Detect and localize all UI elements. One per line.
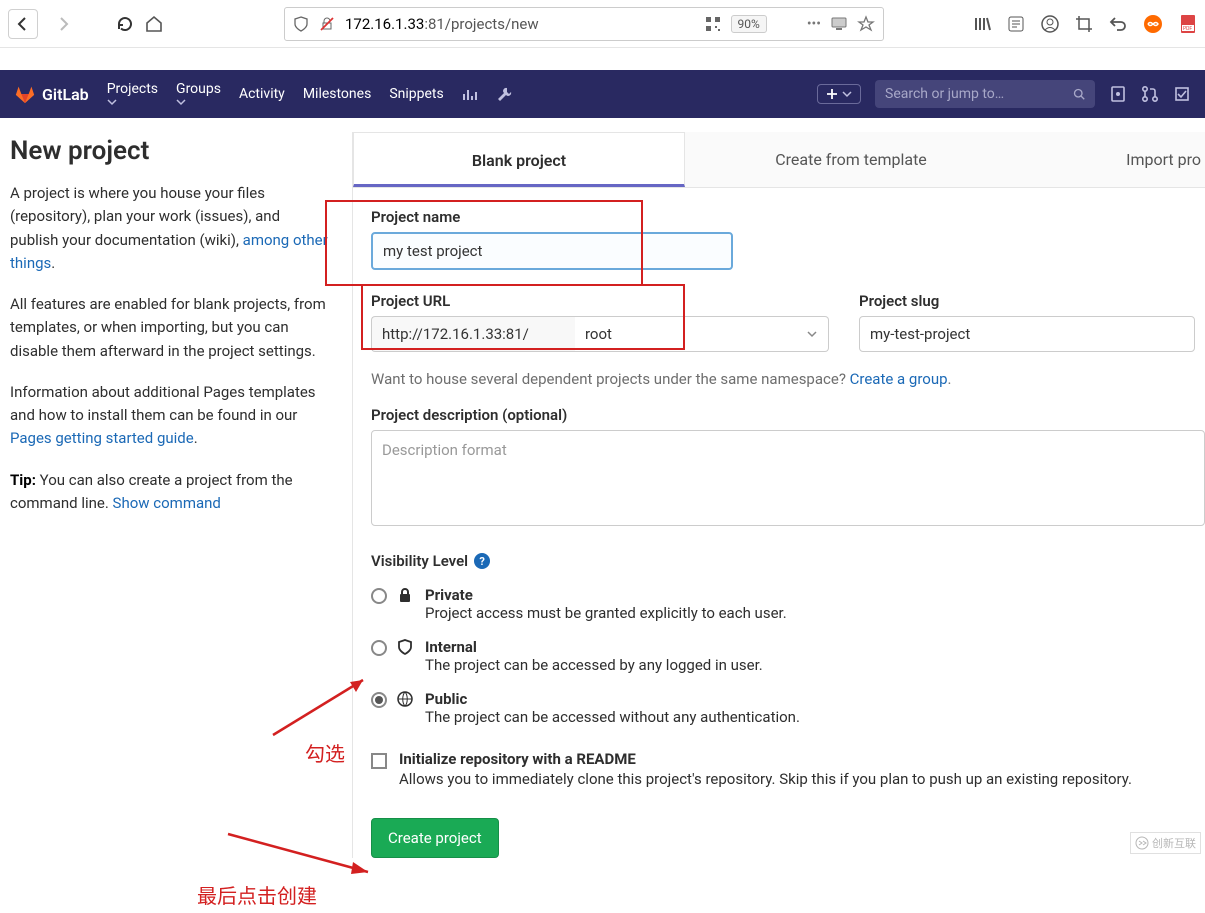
- main-panel: Blank project Create from template Impor…: [352, 132, 1205, 858]
- chevron-down-icon: [842, 89, 852, 99]
- search-icon: [1073, 86, 1085, 102]
- visibility-public[interactable]: PublicThe project can be accessed withou…: [371, 690, 1205, 726]
- nav-milestones[interactable]: Milestones: [303, 86, 372, 102]
- help-icon[interactable]: ?: [474, 553, 490, 569]
- account-icon[interactable]: [1041, 15, 1059, 33]
- crop-icon[interactable]: [1075, 15, 1093, 33]
- page-content: New project A project is where you house…: [0, 118, 1205, 888]
- chevron-down-icon: [107, 97, 117, 107]
- readme-checkbox-row[interactable]: Initialize repository with a README Allo…: [371, 750, 1205, 788]
- bookmark-star-icon[interactable]: [857, 15, 875, 33]
- svg-text:PDF: PDF: [1183, 26, 1192, 32]
- todos-icon[interactable]: [1173, 85, 1191, 103]
- shield-icon: [397, 639, 415, 655]
- sidebar-description: New project A project is where you house…: [0, 132, 352, 858]
- undo-icon[interactable]: [1109, 15, 1127, 33]
- pages-guide-link[interactable]: Pages getting started guide: [10, 429, 194, 447]
- browser-right-icons: PDF: [973, 14, 1197, 34]
- create-project-button[interactable]: Create project: [371, 818, 499, 858]
- search-input[interactable]: [885, 86, 1063, 102]
- project-url-label: Project URL: [371, 292, 829, 310]
- chevron-down-icon: [806, 328, 818, 340]
- readme-title: Initialize repository with a README: [399, 750, 636, 768]
- nav-activity[interactable]: Activity: [239, 86, 285, 102]
- project-name-input[interactable]: [371, 232, 733, 270]
- show-command-link[interactable]: Show command: [113, 494, 221, 512]
- forward-button[interactable]: [48, 9, 78, 39]
- radio-private[interactable]: [371, 588, 387, 604]
- readme-checkbox[interactable]: [371, 753, 387, 769]
- plus-icon: [826, 88, 838, 100]
- reader-icon[interactable]: [1007, 15, 1025, 33]
- browser-toolbar: 172.16.1.33:81/projects/new 90% ••• PDF: [0, 0, 1205, 48]
- namespace-value: root: [585, 325, 612, 343]
- project-tabs: Blank project Create from template Impor…: [353, 132, 1205, 188]
- desc-paragraph-3: Information about additional Pages templ…: [10, 381, 332, 451]
- visibility-label: Visibility Level ?: [371, 552, 1205, 570]
- project-description-input[interactable]: [371, 430, 1205, 526]
- url-text: 172.16.1.33:81/projects/new: [345, 15, 695, 33]
- merge-requests-icon[interactable]: [1141, 85, 1159, 103]
- readme-desc: Allows you to immediately clone this pro…: [399, 770, 1205, 788]
- shield-icon: [293, 16, 309, 32]
- visibility-private[interactable]: PrivateProject access must be granted ex…: [371, 586, 1205, 622]
- brand-text: GitLab: [42, 85, 89, 104]
- new-dropdown[interactable]: [817, 84, 861, 104]
- chevron-down-icon: [176, 97, 186, 107]
- globe-icon: [397, 691, 415, 707]
- tip-paragraph: Tip: You can also create a project from …: [10, 469, 332, 516]
- nav-wrench-icon[interactable]: [496, 86, 512, 102]
- pdf-icon[interactable]: PDF: [1179, 14, 1197, 34]
- namespace-hint: Want to house several dependent projects…: [371, 370, 1205, 388]
- project-url-prefix: http://172.16.1.33:81/: [371, 316, 575, 352]
- tab-create-from-template[interactable]: Create from template: [685, 132, 1017, 187]
- annotation-text-select: 勾选: [305, 738, 345, 767]
- desc-paragraph-1: A project is where you house your files …: [10, 182, 332, 275]
- project-slug-label: Project slug: [859, 292, 1195, 310]
- qr-icon[interactable]: [705, 16, 721, 32]
- insecure-icon: [319, 16, 335, 32]
- page-actions-icon[interactable]: •••: [807, 16, 821, 32]
- monitor-icon[interactable]: [831, 17, 847, 31]
- annotation-arrow-create: [223, 824, 383, 884]
- watermark: 创新互联: [1130, 832, 1201, 854]
- nav-analytics-icon[interactable]: [462, 86, 478, 102]
- library-icon[interactable]: [973, 15, 991, 33]
- infinity-icon[interactable]: [1143, 14, 1163, 34]
- nav-snippets[interactable]: Snippets: [389, 86, 443, 102]
- project-description-label: Project description (optional): [371, 406, 1205, 424]
- visibility-section: Visibility Level ? PrivateProject access…: [371, 552, 1205, 726]
- gitlab-header: GitLab Projects Groups Activity Mileston…: [0, 70, 1205, 118]
- tab-blank-project[interactable]: Blank project: [353, 132, 685, 187]
- desc-paragraph-2: All features are enabled for blank proje…: [10, 293, 332, 363]
- namespace-select[interactable]: root: [575, 316, 829, 352]
- tab-import-project[interactable]: Import pro: [1017, 132, 1205, 187]
- visibility-internal[interactable]: InternalThe project can be accessed by a…: [371, 638, 1205, 674]
- nav-groups[interactable]: Groups: [176, 81, 221, 107]
- reload-button[interactable]: [116, 15, 134, 33]
- search-box[interactable]: [875, 80, 1095, 108]
- radio-internal[interactable]: [371, 640, 387, 656]
- nav-projects[interactable]: Projects: [107, 81, 158, 107]
- address-bar[interactable]: 172.16.1.33:81/projects/new 90% •••: [284, 7, 884, 41]
- create-group-link[interactable]: Create a group: [850, 370, 948, 388]
- gitlab-logo-icon: [14, 83, 36, 105]
- gitlab-logo[interactable]: GitLab: [14, 83, 89, 105]
- create-project-form: Project name Project URL http://172.16.1…: [353, 188, 1205, 858]
- project-name-label: Project name: [371, 208, 1205, 226]
- back-button[interactable]: [8, 9, 38, 39]
- lock-icon: [397, 587, 415, 603]
- annotation-arrow-select: [268, 670, 378, 740]
- zoom-badge[interactable]: 90%: [731, 15, 767, 33]
- project-slug-input[interactable]: [859, 316, 1195, 352]
- issues-icon[interactable]: [1109, 85, 1127, 103]
- annotation-text-create: 最后点击创建: [197, 880, 317, 909]
- home-button[interactable]: [144, 14, 164, 34]
- page-title: New project: [10, 136, 332, 166]
